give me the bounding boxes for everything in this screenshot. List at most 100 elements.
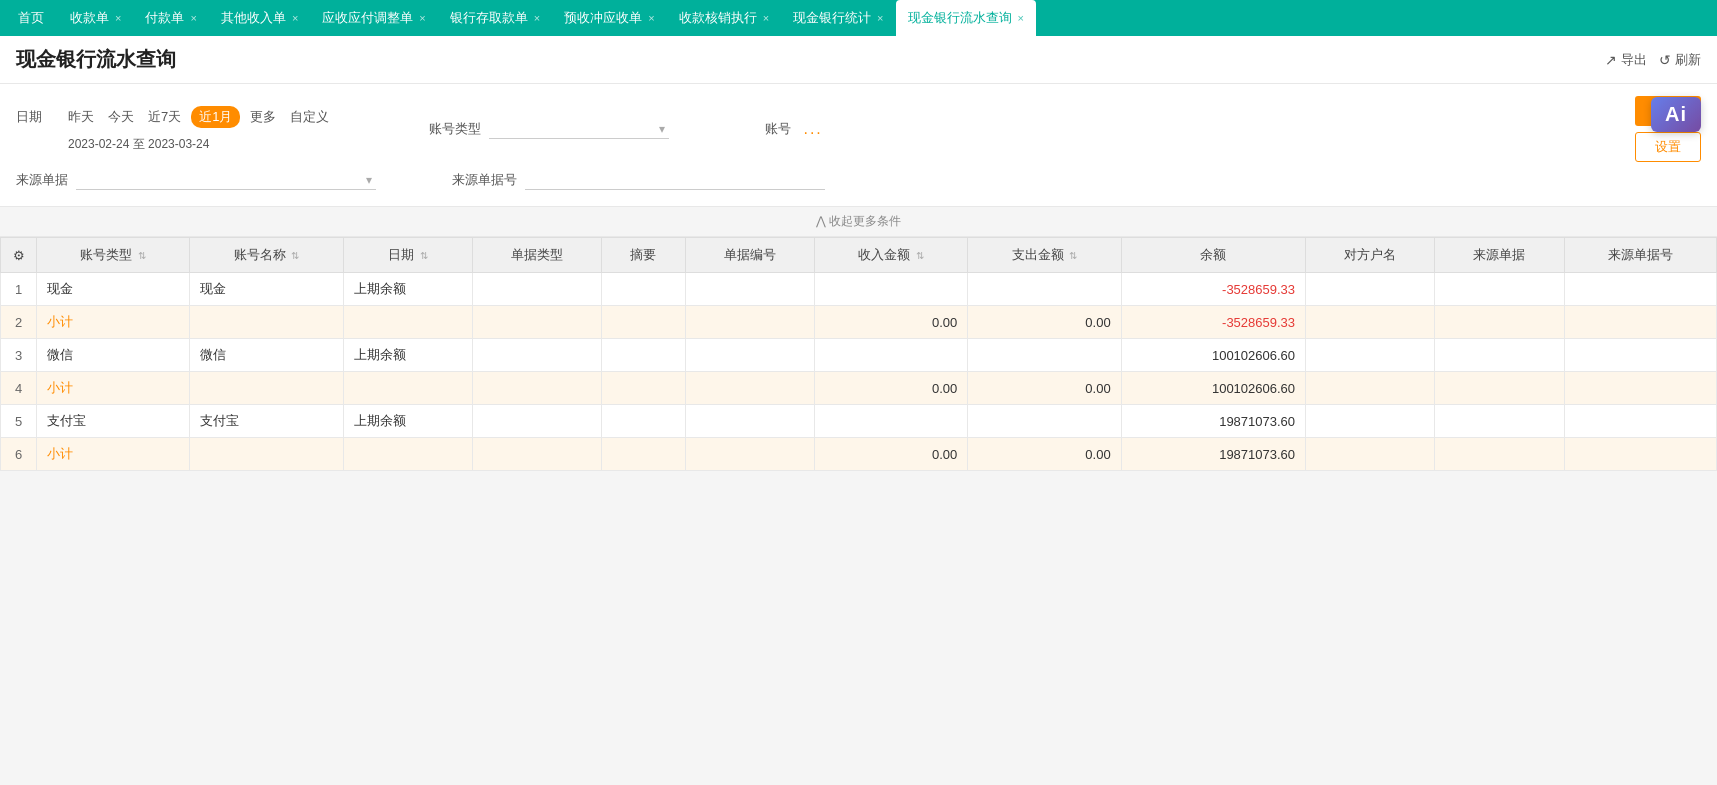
- cell-sourcedoc: [1435, 438, 1564, 471]
- cell-accountname: 现金: [190, 273, 343, 306]
- cell-sourcedocnum: [1564, 405, 1716, 438]
- cell-accountname: [190, 372, 343, 405]
- shortcut-yesterday[interactable]: 昨天: [64, 106, 98, 128]
- cell-accounttype: 小计: [37, 372, 190, 405]
- nav-qitashouru[interactable]: 其他收入单 ×: [209, 0, 310, 36]
- nav-label: 预收冲应收单: [564, 0, 642, 36]
- cell-counterparty: [1306, 273, 1435, 306]
- cell-sourcedocnum: [1564, 438, 1716, 471]
- col-header-sourcedoc[interactable]: 来源单据: [1435, 238, 1564, 273]
- nav-close-icon[interactable]: ×: [763, 0, 769, 36]
- col-header-date[interactable]: 日期 ⇅: [343, 238, 472, 273]
- ai-badge[interactable]: Ai: [1651, 97, 1701, 132]
- account-type-select[interactable]: 现金 微信 支付宝: [489, 119, 669, 139]
- col-header-docnumber[interactable]: 单据编号: [685, 238, 814, 273]
- cell-expense: 0.00: [968, 306, 1121, 339]
- cell-counterparty: [1306, 306, 1435, 339]
- table-row: 2 小计 0.00 0.00 -3528659.33: [1, 306, 1717, 339]
- cell-balance: 19871073.60: [1121, 405, 1305, 438]
- source-doc-select[interactable]: [76, 170, 376, 190]
- date-filter-top: 日期 昨天 今天 近7天 近1月 更多 自定义: [16, 106, 333, 128]
- cell-accounttype: 现金: [37, 273, 190, 306]
- nav-close-icon[interactable]: ×: [115, 0, 121, 36]
- col-header-counterparty[interactable]: 对方户名: [1306, 238, 1435, 273]
- export-label: 导出: [1621, 51, 1647, 69]
- nav-close-icon[interactable]: ×: [1018, 0, 1024, 36]
- nav-yingshouyingfu[interactable]: 应收应付调整单 ×: [310, 0, 437, 36]
- refresh-icon: ↺: [1659, 52, 1671, 68]
- shortcut-more[interactable]: 更多: [246, 106, 280, 128]
- col-header-accounttype[interactable]: 账号类型 ⇅: [37, 238, 190, 273]
- nav-fukuandan[interactable]: 付款单 ×: [133, 0, 208, 36]
- nav-shoukuandan[interactable]: 收款单 ×: [58, 0, 133, 36]
- nav-home[interactable]: 首页: [4, 0, 58, 36]
- filter-area: 日期 昨天 今天 近7天 近1月 更多 自定义 2023-02-24 至 202…: [0, 84, 1717, 207]
- source-doc-number-input[interactable]: [525, 170, 825, 190]
- col-header-balance[interactable]: 余额: [1121, 238, 1305, 273]
- shortcut-custom[interactable]: 自定义: [286, 106, 333, 128]
- cell-sourcedocnum: [1564, 372, 1716, 405]
- nav-close-icon[interactable]: ×: [534, 0, 540, 36]
- main-table: ⚙ 账号类型 ⇅ 账号名称 ⇅ 日期 ⇅ 单据类型 摘要: [0, 237, 1717, 471]
- cell-docnumber: [685, 372, 814, 405]
- account-number-group: 账号 ...: [765, 120, 822, 138]
- cell-sourcedoc: [1435, 405, 1564, 438]
- source-doc-number-group: 来源单据号: [452, 170, 825, 190]
- col-header-accountname[interactable]: 账号名称 ⇅: [190, 238, 343, 273]
- cell-sourcedocnum: [1564, 306, 1716, 339]
- row-number: 3: [1, 339, 37, 372]
- row-number: 1: [1, 273, 37, 306]
- col-header-expense[interactable]: 支出金额 ⇅: [968, 238, 1121, 273]
- nav-xianjintongji[interactable]: 现金银行统计 ×: [781, 0, 895, 36]
- cell-accountname: 微信: [190, 339, 343, 372]
- col-header-doctype[interactable]: 单据类型: [473, 238, 602, 273]
- refresh-button[interactable]: ↺ 刷新: [1659, 51, 1701, 69]
- source-doc-select-wrapper: [76, 170, 376, 190]
- cell-doctype: [473, 372, 602, 405]
- nav-yinhangcunqu[interactable]: 银行存取款单 ×: [438, 0, 552, 36]
- shortcut-today[interactable]: 今天: [104, 106, 138, 128]
- cell-balance: 100102606.60: [1121, 339, 1305, 372]
- col-header-summary[interactable]: 摘要: [602, 238, 685, 273]
- shortcut-1month[interactable]: 近1月: [191, 106, 240, 128]
- nav-shoukuanhexiao[interactable]: 收款核销执行 ×: [667, 0, 781, 36]
- cell-summary: [602, 405, 685, 438]
- nav-close-icon[interactable]: ×: [292, 0, 298, 36]
- shortcut-7days[interactable]: 近7天: [144, 106, 185, 128]
- cell-date: [343, 306, 472, 339]
- table-header: ⚙ 账号类型 ⇅ 账号名称 ⇅ 日期 ⇅ 单据类型 摘要: [1, 238, 1717, 273]
- nav-close-icon[interactable]: ×: [877, 0, 883, 36]
- table-row: 3 微信 微信 上期余额 100102606.60: [1, 339, 1717, 372]
- cell-doctype: [473, 339, 602, 372]
- date-filter-label: 日期: [16, 108, 56, 126]
- export-button[interactable]: ↗ 导出: [1605, 51, 1647, 69]
- cell-expense: [968, 405, 1121, 438]
- nav-yushouchong[interactable]: 预收冲应收单 ×: [552, 0, 666, 36]
- nav-xianjinliushui[interactable]: 现金银行流水查询 ×: [896, 0, 1036, 36]
- table-row: 6 小计 0.00 0.00 19871073.60: [1, 438, 1717, 471]
- cell-expense: 0.00: [968, 372, 1121, 405]
- row-number: 6: [1, 438, 37, 471]
- gear-column-header[interactable]: ⚙: [1, 238, 37, 273]
- table-body: 1 现金 现金 上期余额 -3528659.33 2 小计 0.00 0.00 …: [1, 273, 1717, 471]
- row-number: 4: [1, 372, 37, 405]
- cell-accounttype: 微信: [37, 339, 190, 372]
- cell-accountname: [190, 438, 343, 471]
- cell-expense: 0.00: [968, 438, 1121, 471]
- settings-button[interactable]: 设置: [1635, 132, 1701, 162]
- cell-summary: [602, 339, 685, 372]
- collapse-bar[interactable]: ⋀ 收起更多条件: [0, 207, 1717, 237]
- cell-summary: [602, 306, 685, 339]
- nav-close-icon[interactable]: ×: [190, 0, 196, 36]
- account-ellipsis-button[interactable]: ...: [803, 120, 822, 138]
- cell-sourcedoc: [1435, 273, 1564, 306]
- nav-close-icon[interactable]: ×: [648, 0, 654, 36]
- cell-counterparty: [1306, 405, 1435, 438]
- cell-counterparty: [1306, 438, 1435, 471]
- cell-sourcedocnum: [1564, 339, 1716, 372]
- col-header-income[interactable]: 收入金额 ⇅: [814, 238, 967, 273]
- nav-close-icon[interactable]: ×: [419, 0, 425, 36]
- cell-accountname: 支付宝: [190, 405, 343, 438]
- cell-accountname: [190, 306, 343, 339]
- col-header-sourcedocnum[interactable]: 来源单据号: [1564, 238, 1716, 273]
